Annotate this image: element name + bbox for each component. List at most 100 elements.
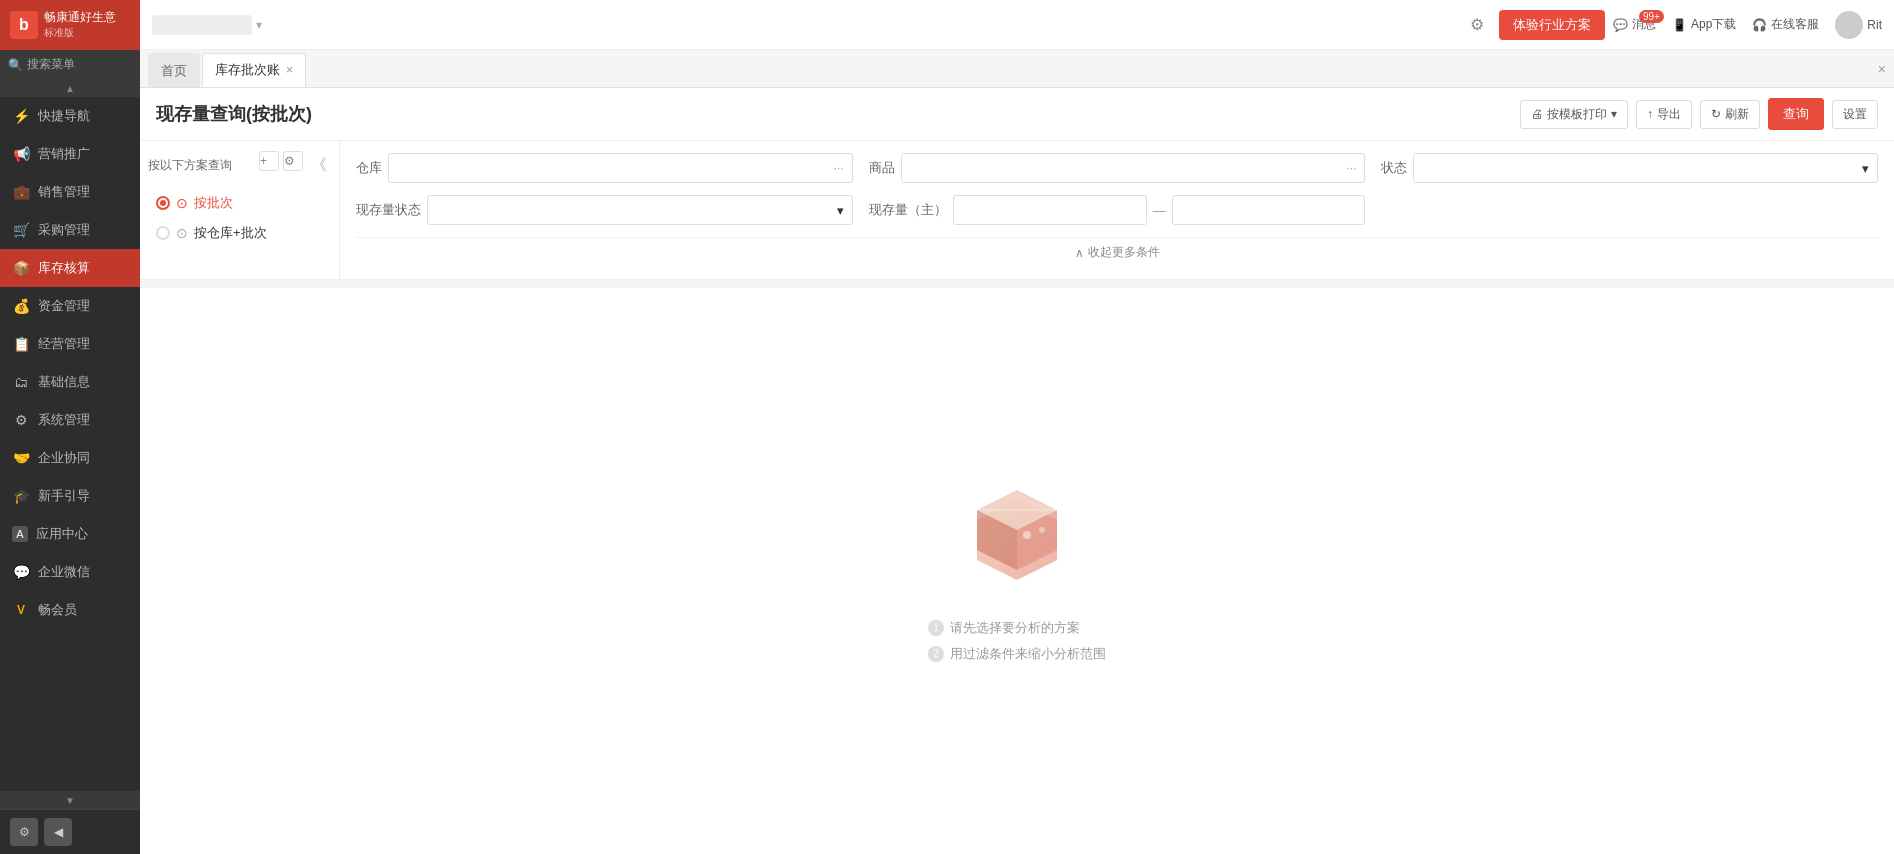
- gear-icon[interactable]: ⚙: [1463, 11, 1491, 39]
- sidebar-item-appstore[interactable]: A 应用中心: [0, 515, 140, 553]
- batch-label: 按批次: [194, 194, 233, 212]
- industry-btn[interactable]: 体验行业方案: [1499, 10, 1605, 40]
- collapse-more-label: 收起更多条件: [1088, 244, 1160, 261]
- tab-home[interactable]: 首页: [148, 53, 200, 87]
- stock-qty-field: 现存量（主） —: [869, 195, 1366, 225]
- sidebar-item-label: 快捷导航: [38, 107, 90, 125]
- sidebar-item-guide[interactable]: 🎓 新手引导: [0, 477, 140, 515]
- sidebar-item-sales[interactable]: 💼 销售管理: [0, 173, 140, 211]
- export-label: 导出: [1657, 106, 1681, 123]
- radio-batch: [156, 196, 170, 210]
- sidebar-item-purchase[interactable]: 🛒 采购管理: [0, 211, 140, 249]
- stock-status-select[interactable]: ▾: [427, 195, 853, 225]
- export-btn[interactable]: ↑ 导出: [1636, 100, 1692, 129]
- refresh-btn[interactable]: ↻ 刷新: [1700, 100, 1760, 129]
- sidebar-item-basic[interactable]: 🗂 基础信息: [0, 363, 140, 401]
- svg-point-6: [1039, 527, 1045, 533]
- sidebar-item-label: 采购管理: [38, 221, 90, 239]
- settings-query-btn[interactable]: 设置: [1832, 100, 1878, 129]
- app-download-btn[interactable]: 📱 App下载: [1672, 16, 1736, 33]
- appstore-icon: A: [12, 526, 28, 542]
- empty-state: 1 请先选择要分析的方案 2 用过滤条件来缩小分析范围: [140, 288, 1894, 854]
- tab-close-icon[interactable]: ×: [286, 63, 293, 77]
- search-menu[interactable]: 🔍 搜索菜单: [0, 50, 140, 79]
- collapse-filter-btn[interactable]: 《: [307, 151, 331, 180]
- stock-qty-min-input[interactable]: [953, 195, 1147, 225]
- sidebar-item-label: 畅会员: [38, 601, 77, 619]
- sidebar-item-label: 经营管理: [38, 335, 90, 353]
- sales-icon: 💼: [12, 183, 30, 201]
- warehouse-field: 仓库 ···: [356, 153, 853, 183]
- stock-status-field: 现存量状态 ▾: [356, 195, 853, 225]
- vip-icon: V: [12, 601, 30, 619]
- stock-qty-range: —: [953, 195, 1366, 225]
- sidebar-item-quick-nav[interactable]: ⚡ 快捷导航: [0, 97, 140, 135]
- status-select[interactable]: ▾: [1413, 153, 1878, 183]
- warehouse-input[interactable]: ···: [388, 153, 853, 183]
- sidebar-footer: ⚙ ◀: [0, 809, 140, 854]
- sidebar-item-system[interactable]: ⚙ 系统管理: [0, 401, 140, 439]
- filter-row-1: 仓库 ··· 商品 ··· 状态: [356, 153, 1878, 183]
- collapse-sidebar-btn[interactable]: ◀: [44, 818, 72, 846]
- filter-option-batch[interactable]: ⊙ 按批次: [148, 188, 331, 218]
- sidebar-header: b 畅康通好生意 标准版: [0, 0, 140, 50]
- page-header-actions: 🖨 按模板打印 ▾ ↑ 导出 ↻ 刷新 查询 设置: [1520, 98, 1878, 130]
- stock-status-label: 现存量状态: [356, 201, 421, 219]
- sidebar-item-label: 基础信息: [38, 373, 90, 391]
- collapse-more-icon: ∧: [1075, 246, 1084, 260]
- stock-qty-label: 现存量（主）: [869, 201, 947, 219]
- topbar-right: 💬 消息 99+ 📱 App下载 🎧 在线客服 Rit: [1613, 11, 1882, 39]
- stock-qty-max-input[interactable]: [1172, 195, 1366, 225]
- goods-label: 商品: [869, 159, 895, 177]
- wechat-icon: 💬: [12, 563, 30, 581]
- tab-right-close-icon[interactable]: ×: [1878, 61, 1886, 77]
- tab-inventory-batch[interactable]: 库存批次账 ×: [202, 53, 306, 87]
- collapse-more-btn[interactable]: ∧ 收起更多条件: [356, 237, 1878, 267]
- user-profile-btn[interactable]: Rit: [1835, 11, 1882, 39]
- basic-icon: 🗂: [12, 373, 30, 391]
- content-area: 现存量查询(按批次) 🖨 按模板打印 ▾ ↑ 导出 ↻ 刷新 查询 设置: [140, 88, 1894, 854]
- scheme-settings-btn[interactable]: ⚙: [283, 151, 303, 171]
- scroll-up-btn[interactable]: ▲: [0, 79, 140, 97]
- print-btn[interactable]: 🖨 按模板打印 ▾: [1520, 100, 1628, 129]
- filter-row-2: 现存量状态 ▾ 现存量（主） —: [356, 195, 1878, 225]
- sidebar-item-label: 资金管理: [38, 297, 90, 315]
- batch-icon: ⊙: [176, 195, 188, 211]
- service-icon: 🎧: [1752, 18, 1767, 32]
- sidebar-item-inventory[interactable]: 📦 库存核算: [0, 249, 140, 287]
- status-chevron: ▾: [1862, 161, 1869, 176]
- scheme-label: 按以下方案查询: [148, 157, 253, 174]
- warehouse-more-icon[interactable]: ···: [834, 161, 844, 175]
- radio-warehouse-batch: [156, 226, 170, 240]
- inventory-icon: 📦: [12, 259, 30, 277]
- messages-btn[interactable]: 💬 消息 99+: [1613, 16, 1656, 33]
- goods-more-icon[interactable]: ···: [1346, 161, 1356, 175]
- breadcrumb-input[interactable]: [152, 15, 252, 35]
- app-brand: 畅康通好生意 标准版: [44, 10, 116, 40]
- filter-fields: 仓库 ··· 商品 ··· 状态: [340, 141, 1894, 279]
- settings-btn[interactable]: ⚙: [10, 818, 38, 846]
- sidebar-item-label: 应用中心: [36, 525, 88, 543]
- sidebar-item-vip[interactable]: V 畅会员: [0, 591, 140, 629]
- sidebar-item-label: 营销推广: [38, 145, 90, 163]
- filter-scheme-panel: 按以下方案查询 + ⚙ 《 ⊙: [140, 141, 340, 279]
- export-icon: ↑: [1647, 107, 1653, 121]
- online-service-btn[interactable]: 🎧 在线客服: [1752, 16, 1819, 33]
- brand-name: 畅康通好生意: [44, 10, 116, 26]
- sidebar-item-finance[interactable]: 💰 资金管理: [0, 287, 140, 325]
- avatar: [1835, 11, 1863, 39]
- topbar: ▾ ⚙ 体验行业方案 💬 消息 99+ 📱 App下载 🎧 在线客服 Rit: [140, 0, 1894, 50]
- empty-icon: [957, 475, 1077, 595]
- add-scheme-btn[interactable]: +: [259, 151, 279, 171]
- filter-option-warehouse-batch[interactable]: ⊙ 按仓库+批次: [148, 218, 331, 248]
- settings-icon: ⚙: [284, 154, 302, 168]
- goods-input[interactable]: ···: [901, 153, 1366, 183]
- sidebar-item-wechat[interactable]: 💬 企业微信: [0, 553, 140, 591]
- sidebar-item-marketing[interactable]: 📢 营销推广: [0, 135, 140, 173]
- sidebar-item-operations[interactable]: 📋 经营管理: [0, 325, 140, 363]
- filter-scheme-header: 按以下方案查询 + ⚙ 《: [148, 151, 331, 180]
- scroll-down-btn[interactable]: ▼: [0, 791, 140, 809]
- sidebar-item-enterprise[interactable]: 🤝 企业协同: [0, 439, 140, 477]
- query-btn[interactable]: 查询: [1768, 98, 1824, 130]
- warehouse-batch-icon: ⊙: [176, 225, 188, 241]
